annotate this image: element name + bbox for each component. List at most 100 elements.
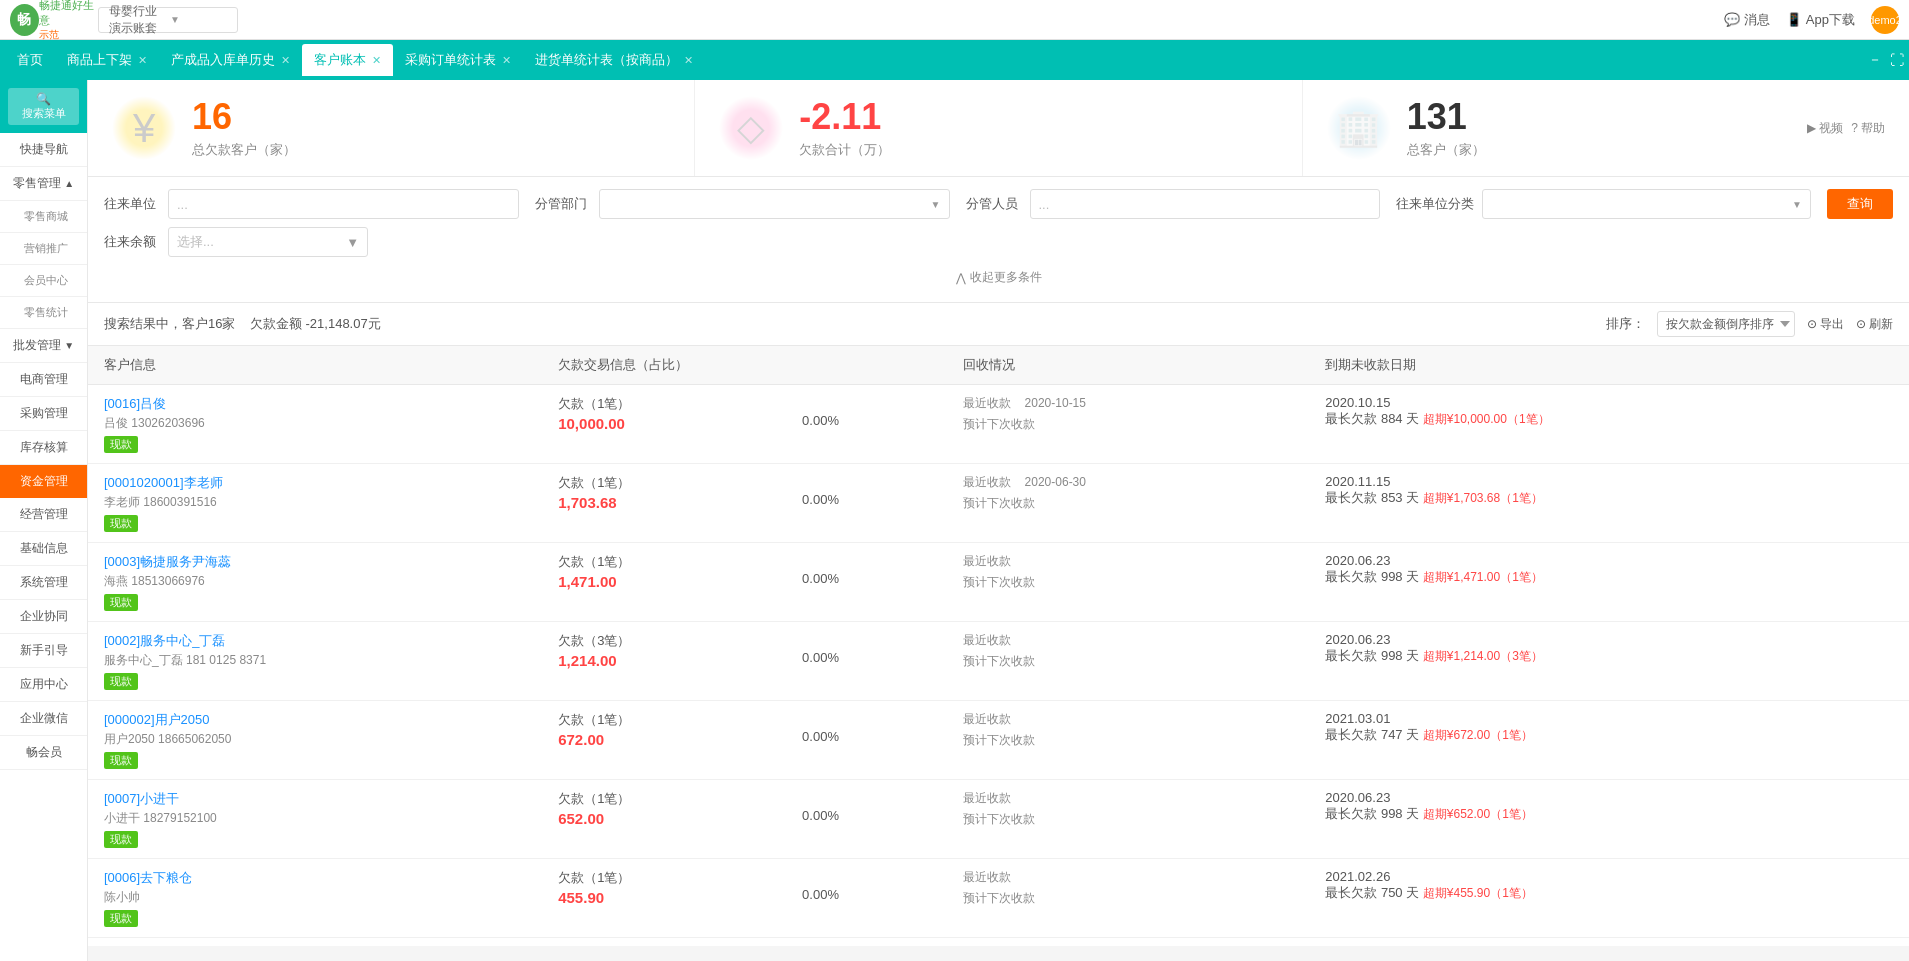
export-button[interactable]: ⊙ 导出 xyxy=(1807,316,1844,333)
stat-card-actions: ▶ 视频 ? 帮助 xyxy=(1807,120,1885,137)
sort-select[interactable]: 按欠款金额倒序排序 xyxy=(1657,311,1795,337)
tab-inbound-stats[interactable]: 进货单统计表（按商品） ✕ xyxy=(523,44,705,76)
customer-name-link[interactable]: [000002]用户2050 xyxy=(104,712,210,727)
sidebar-item-enterprise-wechat[interactable]: 企业微信 xyxy=(0,702,87,736)
logo-icon: 畅 xyxy=(10,4,39,36)
collapse-button[interactable]: ⋀ 收起更多条件 xyxy=(956,269,1042,286)
overdue-link[interactable]: 超期¥10,000.00（1笔） xyxy=(1423,412,1550,426)
avatar[interactable]: demo2 xyxy=(1871,6,1899,34)
customer-info-cell: [0006]去下粮仓 陈小帅 现款 xyxy=(88,859,542,938)
debt-count-cell: 欠款（1笔） 672.00 xyxy=(542,701,786,780)
collapse-row: ⋀ 收起更多条件 xyxy=(104,265,1893,290)
tab-close-icon[interactable]: ✕ xyxy=(138,54,147,67)
sidebar-item-retail-mall[interactable]: 零售商城 xyxy=(0,201,87,233)
sidebar-item-inventory[interactable]: 库存核算 xyxy=(0,431,87,465)
tab-product-status[interactable]: 商品上下架 ✕ xyxy=(55,44,159,76)
industry-selector[interactable]: 母婴行业演示账套 ▼ xyxy=(98,7,238,33)
table-row: [0006]去下粮仓 陈小帅 现款 欠款（1笔） 455.90 0.00% xyxy=(88,859,1909,938)
sidebar-item-marketing[interactable]: 营销推广 xyxy=(0,233,87,265)
message-button[interactable]: 💬 消息 xyxy=(1724,11,1770,29)
sidebar-item-basic-info[interactable]: 基础信息 xyxy=(0,532,87,566)
overdue-link[interactable]: 超期¥1,214.00（3笔） xyxy=(1423,649,1543,663)
chevron-up-icon: ▲ xyxy=(64,178,74,189)
sidebar-item-capital-mgmt[interactable]: 资金管理 xyxy=(0,465,87,498)
maximize-icon[interactable]: ⛶ xyxy=(1890,52,1904,68)
customer-name-link[interactable]: [0002]服务中心_丁磊 xyxy=(104,633,225,648)
tab-close-icon[interactable]: ✕ xyxy=(502,54,511,67)
sidebar-item-purchase-mgmt[interactable]: 采购管理 xyxy=(0,397,87,431)
unit-category-select[interactable]: ▼ xyxy=(1482,189,1811,219)
customer-name-link[interactable]: [0003]畅捷服务尹海蕊 xyxy=(104,554,231,569)
customer-name-link[interactable]: [0001020001]李老师 xyxy=(104,475,223,490)
sidebar-item-wholesale-mgmt[interactable]: 批发管理 ▼ xyxy=(0,329,87,363)
sidebar: 🔍 搜索菜单 快捷导航 零售管理 ▲ 零售商城 营销推广 会员中心 零售统计 xyxy=(0,80,88,961)
tab-close-icon[interactable]: ✕ xyxy=(281,54,290,67)
tab-customer-account[interactable]: 客户账本 ✕ xyxy=(302,44,393,76)
due-date-cell: 2020.10.15 最长欠款 884 天 超期¥10,000.00（1笔） xyxy=(1309,385,1909,464)
sidebar-item-biz-mgmt[interactable]: 经营管理 xyxy=(0,498,87,532)
sidebar-item-ecommerce[interactable]: 电商管理 xyxy=(0,363,87,397)
overdue-link[interactable]: 超期¥652.00（1笔） xyxy=(1423,807,1533,821)
customer-name-link[interactable]: [0006]去下粮仓 xyxy=(104,870,192,885)
overdue-link[interactable]: 超期¥1,703.68（1笔） xyxy=(1423,491,1543,505)
sidebar-item-quick-nav[interactable]: 快捷导航 xyxy=(0,133,87,167)
overdue-link[interactable]: 超期¥455.90（1笔） xyxy=(1423,886,1533,900)
minimize-icon[interactable]: － xyxy=(1868,51,1882,69)
payment-tag: 现款 xyxy=(104,910,138,927)
filter-area: 往来单位 ... 分管部门 ▼ 分管人员 xyxy=(88,177,1909,303)
debt-percent-cell: 0.00% xyxy=(786,543,947,622)
due-date-cell: 2020.06.23 最长欠款 998 天 超期¥1,471.00（1笔） xyxy=(1309,543,1909,622)
tab-purchase-order[interactable]: 采购订单统计表 ✕ xyxy=(393,44,523,76)
customer-contact: 海燕 18513066976 xyxy=(104,573,526,590)
sidebar-item-retail-mgmt[interactable]: 零售管理 ▲ xyxy=(0,167,87,201)
customer-info-cell: [0001020001]李老师 李老师 18600391516 现款 xyxy=(88,464,542,543)
payment-tag: 现款 xyxy=(104,515,138,532)
download-icon: 📱 xyxy=(1786,12,1802,27)
tab-close-icon[interactable]: ✕ xyxy=(684,54,693,67)
collect-status-cell: 最近收款 预计下次收款 xyxy=(947,543,1309,622)
help-icon: ? xyxy=(1851,121,1858,135)
customer-contact: 陈小帅 xyxy=(104,889,526,906)
stat-content-debt-amount: -2.11 欠款合计（万） xyxy=(799,97,890,159)
video-button[interactable]: ▶ 视频 xyxy=(1807,120,1843,137)
sidebar-item-enterprise-collab[interactable]: 企业协同 xyxy=(0,600,87,634)
sidebar-item-vip-member[interactable]: 畅会员 xyxy=(0,736,87,770)
search-menu-button[interactable]: 🔍 搜索菜单 xyxy=(8,88,79,125)
sidebar-item-member[interactable]: 会员中心 xyxy=(0,265,87,297)
results-summary: 搜索结果中，客户16家 欠款金额 -21,148.07元 xyxy=(104,315,1606,333)
refresh-button[interactable]: ⊙ 刷新 xyxy=(1856,316,1893,333)
top-bar: 畅 畅捷通好生意 示范 母婴行业演示账套 ▼ 💬 消息 📱 App下载 demo… xyxy=(0,0,1909,40)
total-customers-label: 总客户（家） xyxy=(1407,141,1485,159)
stats-row: ¥ 16 总欠款客户（家） ◇ -2.11 欠款合计（万） xyxy=(88,80,1909,177)
tab-close-icon[interactable]: ✕ xyxy=(372,54,381,67)
branch-dept-select[interactable]: ▼ xyxy=(599,189,950,219)
overdue-link[interactable]: 超期¥1,471.00（1笔） xyxy=(1423,570,1543,584)
tab-production-history[interactable]: 产成品入库单历史 ✕ xyxy=(159,44,302,76)
debt-amount-number: -2.11 xyxy=(799,97,890,137)
customer-name-link[interactable]: [0016]吕俊 xyxy=(104,396,166,411)
col-customer-info: 客户信息 xyxy=(88,346,542,385)
tab-home[interactable]: 首页 xyxy=(5,44,55,76)
help-button[interactable]: ? 帮助 xyxy=(1851,120,1885,137)
customer-name-link[interactable]: [0007]小进干 xyxy=(104,791,179,806)
app-download-button[interactable]: 📱 App下载 xyxy=(1786,11,1855,29)
sidebar-item-app-center[interactable]: 应用中心 xyxy=(0,668,87,702)
overdue-link[interactable]: 超期¥672.00（1笔） xyxy=(1423,728,1533,742)
balance-dropdown[interactable]: 选择... ▼ xyxy=(168,227,368,257)
nav-tabs-bar: 首页 商品上下架 ✕ 产成品入库单历史 ✕ 客户账本 ✕ 采购订单统计表 ✕ 进… xyxy=(0,40,1909,80)
debt-percent-cell: 0.00% xyxy=(786,701,947,780)
data-table: 客户信息 欠款交易信息（占比） 回收情况 到期未收款日期 [0016]吕俊 吕俊… xyxy=(88,346,1909,946)
query-button[interactable]: 查询 xyxy=(1827,189,1893,219)
collect-status-cell: 最近收款 预计下次收款 xyxy=(947,938,1309,947)
filter-balance: 往来余额 选择... ▼ xyxy=(104,227,1893,257)
sidebar-item-system-mgmt[interactable]: 系统管理 xyxy=(0,566,87,600)
branch-person-input[interactable]: ... xyxy=(1030,189,1381,219)
source-unit-input[interactable]: ... xyxy=(168,189,519,219)
filter-source-unit-label: 往来单位 xyxy=(104,195,160,213)
col-due-date: 到期未收款日期 xyxy=(1309,346,1909,385)
collect-status-cell: 最近收款 预计下次收款 xyxy=(947,780,1309,859)
sidebar-item-retail-stats[interactable]: 零售统计 xyxy=(0,297,87,329)
table-body: [0016]吕俊 吕俊 13026203696 现款 欠款（1笔） 10,000… xyxy=(88,385,1909,947)
collect-status-cell: 最近收款 2020-06-30 预计下次收款 xyxy=(947,464,1309,543)
sidebar-item-new-guide[interactable]: 新手引导 xyxy=(0,634,87,668)
